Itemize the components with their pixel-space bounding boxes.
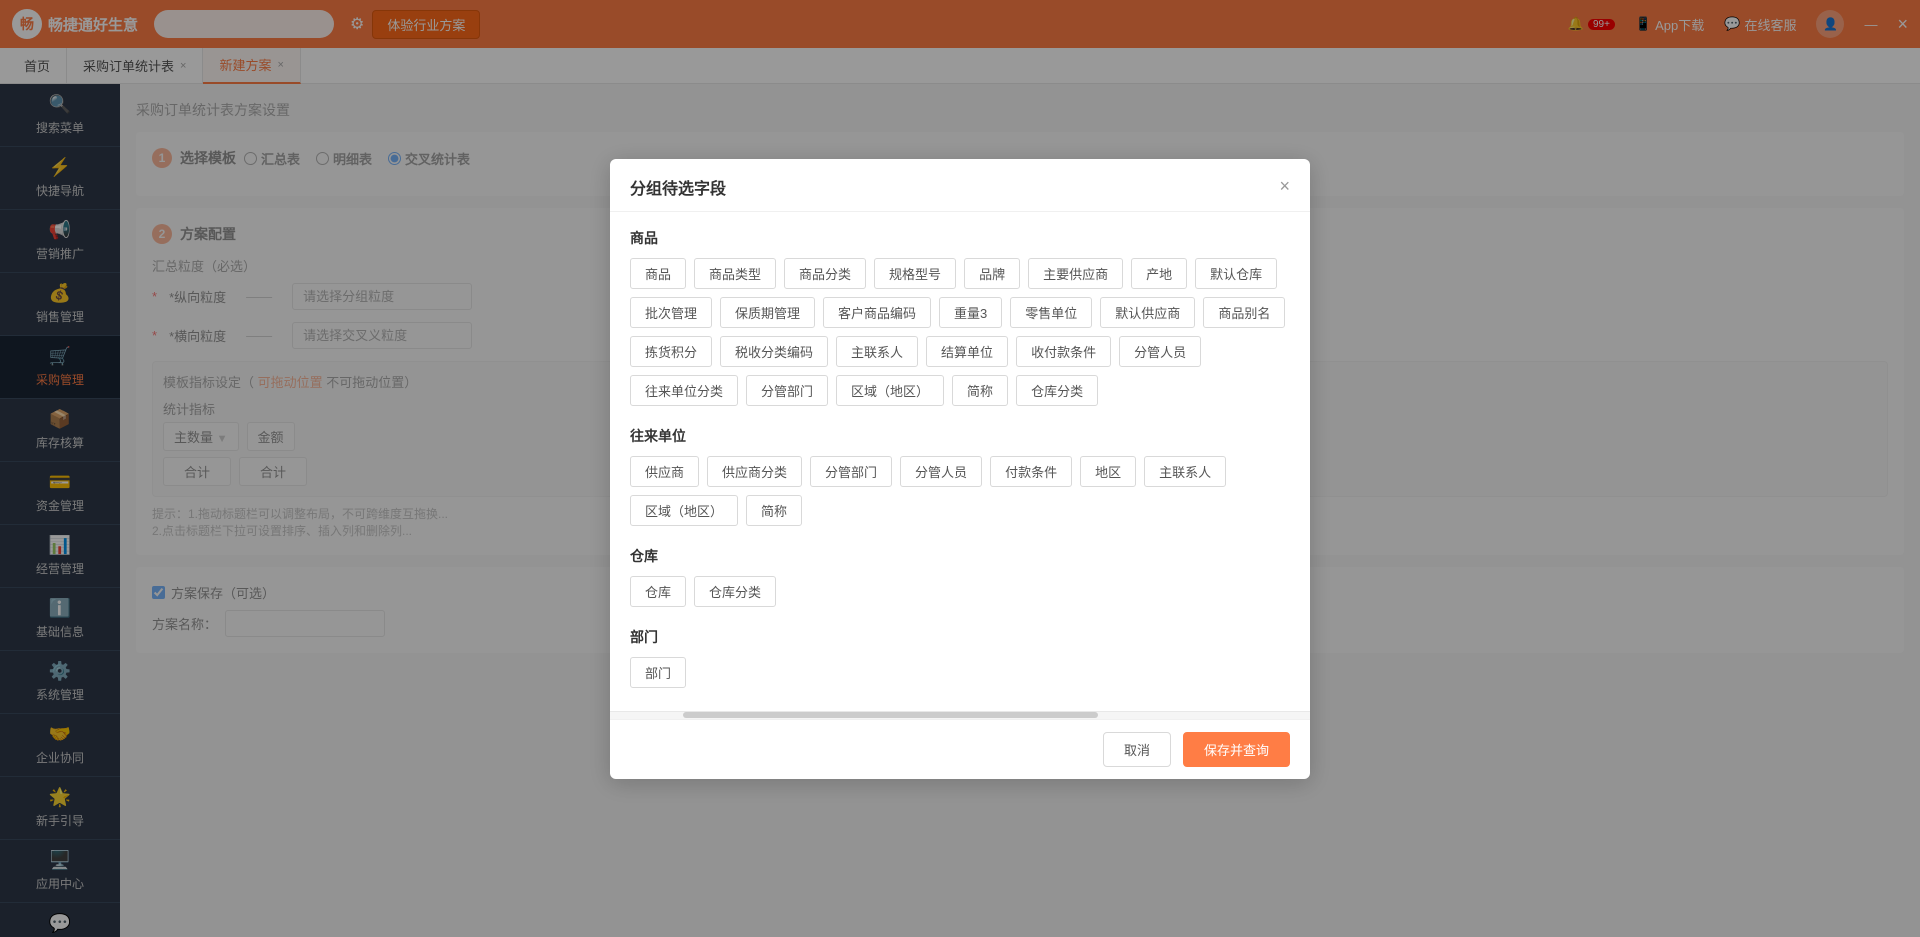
- tag-settlement-unit[interactable]: 结算单位: [926, 336, 1008, 367]
- tag-tax-code[interactable]: 税收分类编码: [720, 336, 828, 367]
- tag-product-alias[interactable]: 商品别名: [1203, 297, 1285, 328]
- section-partner-title: 往来单位: [630, 426, 1290, 446]
- tag-supplier[interactable]: 供应商: [630, 456, 699, 487]
- section-partner: 往来单位 供应商 供应商分类 分管部门 分管人员 付款条件 地区 主联系人 区域…: [630, 426, 1290, 526]
- tag-region2[interactable]: 地区: [1080, 456, 1136, 487]
- tag-short-name[interactable]: 简称: [952, 375, 1008, 406]
- tag-supplier-category[interactable]: 供应商分类: [707, 456, 802, 487]
- hscroll-thumb: [683, 712, 1098, 718]
- tag-partner-category[interactable]: 往来单位分类: [630, 375, 738, 406]
- section-department-title: 部门: [630, 627, 1290, 647]
- dialog-footer: 取消 保存并查询: [610, 719, 1310, 779]
- dialog-close-icon[interactable]: ×: [1279, 176, 1290, 197]
- section-product: 商品 商品 商品类型 商品分类 规格型号 品牌 主要供应商 产地 默认仓库 批次…: [630, 228, 1290, 406]
- section-product-title: 商品: [630, 228, 1290, 248]
- tag-supervisor[interactable]: 分管人员: [1119, 336, 1201, 367]
- tag-brand[interactable]: 品牌: [964, 258, 1020, 289]
- warehouse-tags: 仓库 仓库分类: [630, 576, 1290, 607]
- tag-main-supplier[interactable]: 主要供应商: [1028, 258, 1123, 289]
- section-department: 部门 部门: [630, 627, 1290, 688]
- dialog-header: 分组待选字段 ×: [610, 159, 1310, 212]
- tag-weight3[interactable]: 重量3: [939, 297, 1002, 328]
- tag-pick-points[interactable]: 拣货积分: [630, 336, 712, 367]
- tag-warehouse-cat[interactable]: 仓库分类: [694, 576, 776, 607]
- tag-product-type[interactable]: 商品类型: [694, 258, 776, 289]
- tag-short-name2[interactable]: 简称: [746, 495, 802, 526]
- tag-customer-code[interactable]: 客户商品编码: [823, 297, 931, 328]
- section-warehouse-title: 仓库: [630, 546, 1290, 566]
- dialog: 分组待选字段 × 商品 商品 商品类型 商品分类 规格型号 品牌 主要供应商 产…: [610, 159, 1310, 779]
- tag-region3[interactable]: 区域（地区）: [630, 495, 738, 526]
- tag-main-contact[interactable]: 主联系人: [836, 336, 918, 367]
- tag-mgmt-dept2[interactable]: 分管部门: [810, 456, 892, 487]
- tag-department[interactable]: 部门: [630, 657, 686, 688]
- tag-retail-unit[interactable]: 零售单位: [1010, 297, 1092, 328]
- tag-mgmt-dept[interactable]: 分管部门: [746, 375, 828, 406]
- tag-payment-terms2[interactable]: 付款条件: [990, 456, 1072, 487]
- tag-region[interactable]: 区域（地区）: [836, 375, 944, 406]
- tag-warehouse-category[interactable]: 仓库分类: [1016, 375, 1098, 406]
- modal-overlay: 分组待选字段 × 商品 商品 商品类型 商品分类 规格型号 品牌 主要供应商 产…: [0, 0, 1920, 937]
- section-warehouse: 仓库 仓库 仓库分类: [630, 546, 1290, 607]
- save-query-button[interactable]: 保存并查询: [1183, 732, 1290, 767]
- tag-default-supplier[interactable]: 默认供应商: [1100, 297, 1195, 328]
- tag-product[interactable]: 商品: [630, 258, 686, 289]
- tag-spec-model[interactable]: 规格型号: [874, 258, 956, 289]
- tag-origin[interactable]: 产地: [1131, 258, 1187, 289]
- tag-payment-terms[interactable]: 收付款条件: [1016, 336, 1111, 367]
- dialog-body[interactable]: 商品 商品 商品类型 商品分类 规格型号 品牌 主要供应商 产地 默认仓库 批次…: [610, 212, 1310, 711]
- dialog-title: 分组待选字段: [630, 175, 726, 199]
- tag-main-contact2[interactable]: 主联系人: [1144, 456, 1226, 487]
- tag-default-warehouse[interactable]: 默认仓库: [1195, 258, 1277, 289]
- product-tags: 商品 商品类型 商品分类 规格型号 品牌 主要供应商 产地 默认仓库 批次管理 …: [630, 258, 1290, 406]
- tag-warehouse[interactable]: 仓库: [630, 576, 686, 607]
- tag-supervisor2[interactable]: 分管人员: [900, 456, 982, 487]
- cancel-button[interactable]: 取消: [1103, 732, 1171, 767]
- tag-shelf-life[interactable]: 保质期管理: [720, 297, 815, 328]
- tag-product-category[interactable]: 商品分类: [784, 258, 866, 289]
- dialog-hscroll[interactable]: [610, 711, 1310, 719]
- partner-tags: 供应商 供应商分类 分管部门 分管人员 付款条件 地区 主联系人 区域（地区） …: [630, 456, 1290, 526]
- tag-batch-mgmt[interactable]: 批次管理: [630, 297, 712, 328]
- department-tags: 部门: [630, 657, 1290, 688]
